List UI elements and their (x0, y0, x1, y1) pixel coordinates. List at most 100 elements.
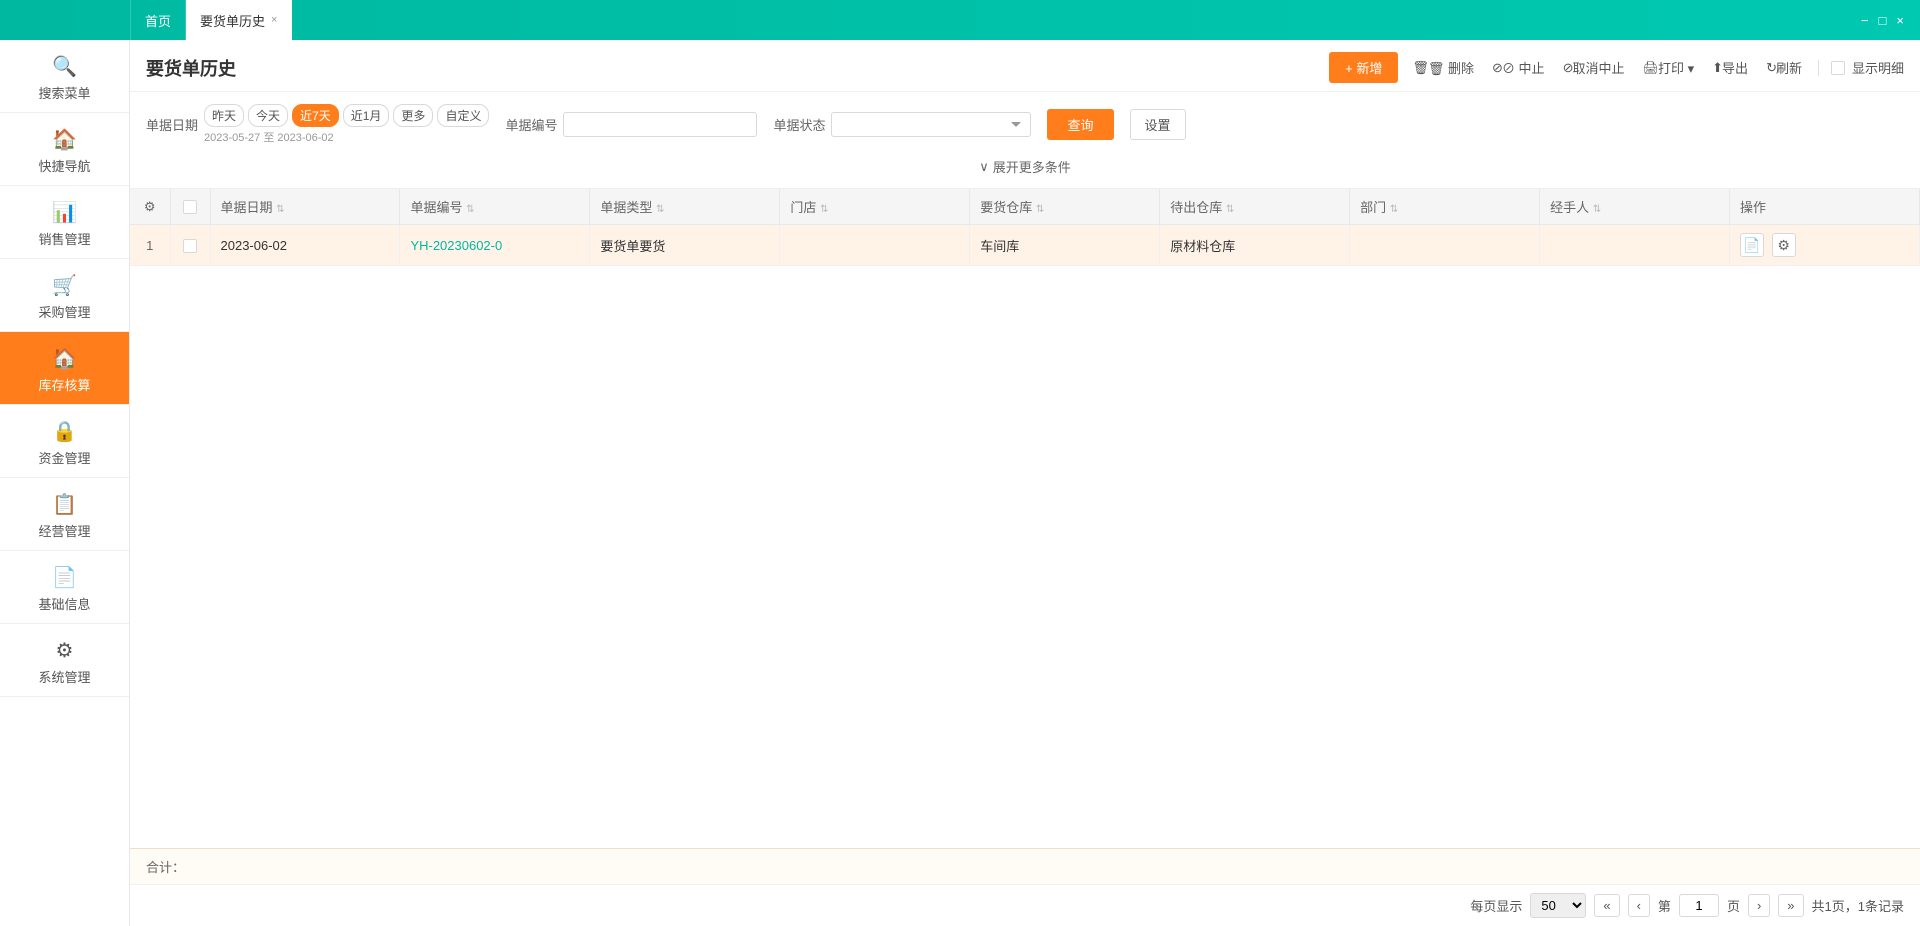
refresh-button[interactable]: ↻ 刷新 (1762, 56, 1806, 79)
delete-button[interactable]: 🗑 🗑 删除 (1408, 56, 1478, 79)
page-content: 要货单历史 + 新增 🗑 🗑 删除 ⊘ ⊘ 中止 ⊘ 取消中止 (130, 40, 1920, 926)
row-select-checkbox[interactable] (183, 239, 197, 253)
sidebar-item-sales-mgmt[interactable]: 📊 销售管理 (0, 186, 129, 259)
date-filter-group: 昨天 今天 近7天 近1月 更多 自定义 2023-05-27 至 2023-0… (204, 104, 489, 145)
sidebar: 🔍 搜索菜单 🏠 快捷导航 📊 销售管理 🛒 采购管理 🏠 库存核算 🔒 资金管… (0, 40, 130, 926)
settings-button[interactable]: 设置 (1130, 109, 1186, 140)
doc-number-input[interactable] (563, 112, 757, 137)
doc-status-filter: 单据状态 草稿 已审核 已中止 (773, 112, 1031, 137)
tab-requisition-history[interactable]: 要货单历史 × (186, 0, 292, 40)
expand-more-btn[interactable]: ∨ 展开更多条件 (146, 153, 1904, 180)
row-operation: 📄 ⚙ (1730, 225, 1920, 266)
inventory-icon: 🏠 (52, 346, 77, 371)
stop-button[interactable]: ⊘ ⊘ 中止 (1488, 56, 1549, 79)
table-header-row: ⚙ 单据日期 单据编号 单据类型 (130, 189, 1920, 225)
finance-mgmt-icon: 🔒 (52, 419, 77, 444)
sidebar-item-system-mgmt[interactable]: ⚙ 系统管理 (0, 624, 129, 697)
expand-more-label: 展开更多条件 (993, 157, 1071, 176)
table-header-department[interactable]: 部门 (1350, 189, 1540, 225)
row-view-btn[interactable]: 📄 (1740, 233, 1764, 257)
print-button[interactable]: 🖨 打印 ▾ (1638, 56, 1698, 79)
row-doc-number[interactable]: YH-20230602-0 (400, 225, 590, 266)
table-checkbox-header[interactable] (170, 189, 210, 225)
page-suffix: 页 (1727, 896, 1740, 915)
search-menu-icon: 🔍 (52, 54, 77, 79)
sidebar-item-system-mgmt-label: 系统管理 (38, 667, 90, 686)
sidebar-item-basic-info-label: 基础信息 (38, 594, 90, 613)
new-button[interactable]: + 新增 (1329, 52, 1398, 83)
table-header-doc-number[interactable]: 单据编号 (400, 189, 590, 225)
sidebar-item-finance-mgmt-label: 资金管理 (38, 448, 90, 467)
select-all-checkbox[interactable] (183, 200, 197, 214)
tab-home[interactable]: 首页 (130, 0, 186, 40)
system-mgmt-icon: ⚙ (56, 638, 74, 663)
date-range-text: 2023-05-27 至 2023-06-02 (204, 129, 489, 145)
row-req-warehouse: 车间库 (970, 225, 1160, 266)
purchase-mgmt-icon: 🛒 (52, 273, 77, 298)
table-settings-header[interactable]: ⚙ (130, 189, 170, 225)
sidebar-item-finance-mgmt[interactable]: 🔒 资金管理 (0, 405, 129, 478)
sidebar-item-operations-mgmt[interactable]: 📋 经营管理 (0, 478, 129, 551)
minimize-icon[interactable]: − (1861, 13, 1869, 28)
row-store (780, 225, 970, 266)
table-header-pending-warehouse[interactable]: 待出仓库 (1160, 189, 1350, 225)
table-header-store[interactable]: 门店 (780, 189, 970, 225)
row-pending-warehouse: 原材料仓库 (1160, 225, 1350, 266)
sidebar-item-purchase-mgmt-label: 采购管理 (38, 302, 90, 321)
window-controls: − □ × (1845, 0, 1920, 40)
display-detail-toggle[interactable]: 显示明细 (1831, 58, 1904, 77)
query-button[interactable]: 查询 (1047, 109, 1113, 140)
last-page-btn[interactable]: » (1778, 894, 1803, 917)
row-settings-btn[interactable]: ⚙ (1772, 233, 1796, 257)
cancel-stop-button[interactable]: ⊘ 取消中止 (1559, 56, 1629, 79)
page-header: 要货单历史 + 新增 🗑 🗑 删除 ⊘ ⊘ 中止 ⊘ 取消中止 (130, 40, 1920, 92)
sidebar-item-purchase-mgmt[interactable]: 🛒 采购管理 (0, 259, 129, 332)
sidebar-item-sales-mgmt-label: 销售管理 (38, 229, 90, 248)
doc-number-filter: 单据编号 (505, 112, 757, 137)
maximize-icon[interactable]: □ (1879, 13, 1887, 28)
table-header-req-warehouse[interactable]: 要货仓库 (970, 189, 1160, 225)
next-page-btn[interactable]: › (1748, 894, 1770, 917)
top-bar: 首页 要货单历史 × − □ × (0, 0, 1920, 40)
first-page-btn[interactable]: « (1594, 894, 1619, 917)
prev-page-btn[interactable]: ‹ (1628, 894, 1650, 917)
table-header-doc-type[interactable]: 单据类型 (590, 189, 780, 225)
display-detail-checkbox[interactable] (1831, 61, 1845, 75)
delete-icon: 🗑 (1412, 60, 1429, 76)
table-row[interactable]: 1 2023-06-02 YH-20230602-0 要货单要货 车间库 (130, 225, 1920, 266)
footer-summary: 合计： (130, 848, 1920, 884)
doc-number-link[interactable]: YH-20230602-0 (410, 238, 502, 253)
row-department (1350, 225, 1540, 266)
close-window-icon[interactable]: × (1896, 13, 1904, 28)
sidebar-item-quick-nav-label: 快捷导航 (38, 156, 90, 175)
per-page-select[interactable]: 50 10 20 100 (1530, 893, 1586, 918)
close-tab-icon[interactable]: × (271, 14, 277, 26)
row-checkbox[interactable] (170, 225, 210, 266)
print-icon: 🖨 (1642, 60, 1659, 76)
date-btn-more[interactable]: 更多 (393, 104, 433, 127)
date-btn-custom[interactable]: 自定义 (437, 104, 489, 127)
date-btn-1month[interactable]: 近1月 (343, 104, 390, 127)
date-btn-7days[interactable]: 近7天 (292, 104, 339, 127)
row-doc-date: 2023-06-02 (210, 225, 400, 266)
page-prefix: 第 (1658, 896, 1671, 915)
doc-status-select[interactable]: 草稿 已审核 已中止 (831, 112, 1031, 137)
sidebar-item-quick-nav[interactable]: 🏠 快捷导航 (0, 113, 129, 186)
current-page-input[interactable] (1679, 894, 1719, 917)
sidebar-item-search-menu[interactable]: 🔍 搜索菜单 (0, 40, 129, 113)
content-area: 要货单历史 + 新增 🗑 🗑 删除 ⊘ ⊘ 中止 ⊘ 取消中止 (130, 40, 1920, 926)
table-header-handler[interactable]: 经手人 (1540, 189, 1730, 225)
sidebar-item-search-menu-label: 搜索菜单 (38, 83, 90, 102)
export-button[interactable]: ⬆ 导出 (1708, 56, 1752, 79)
doc-number-label: 单据编号 (505, 115, 557, 134)
operations-mgmt-icon: 📋 (52, 492, 77, 517)
display-detail-label: 显示明细 (1852, 58, 1904, 77)
sidebar-item-inventory[interactable]: 🏠 库存核算 (0, 332, 129, 405)
date-btn-today[interactable]: 今天 (248, 104, 288, 127)
tab-home-label: 首页 (145, 11, 171, 30)
table-header-doc-date[interactable]: 单据日期 (210, 189, 400, 225)
date-btn-yesterday[interactable]: 昨天 (204, 104, 244, 127)
sidebar-item-inventory-label: 库存核算 (38, 375, 90, 394)
sidebar-item-basic-info[interactable]: 📄 基础信息 (0, 551, 129, 624)
row-handler (1540, 225, 1730, 266)
